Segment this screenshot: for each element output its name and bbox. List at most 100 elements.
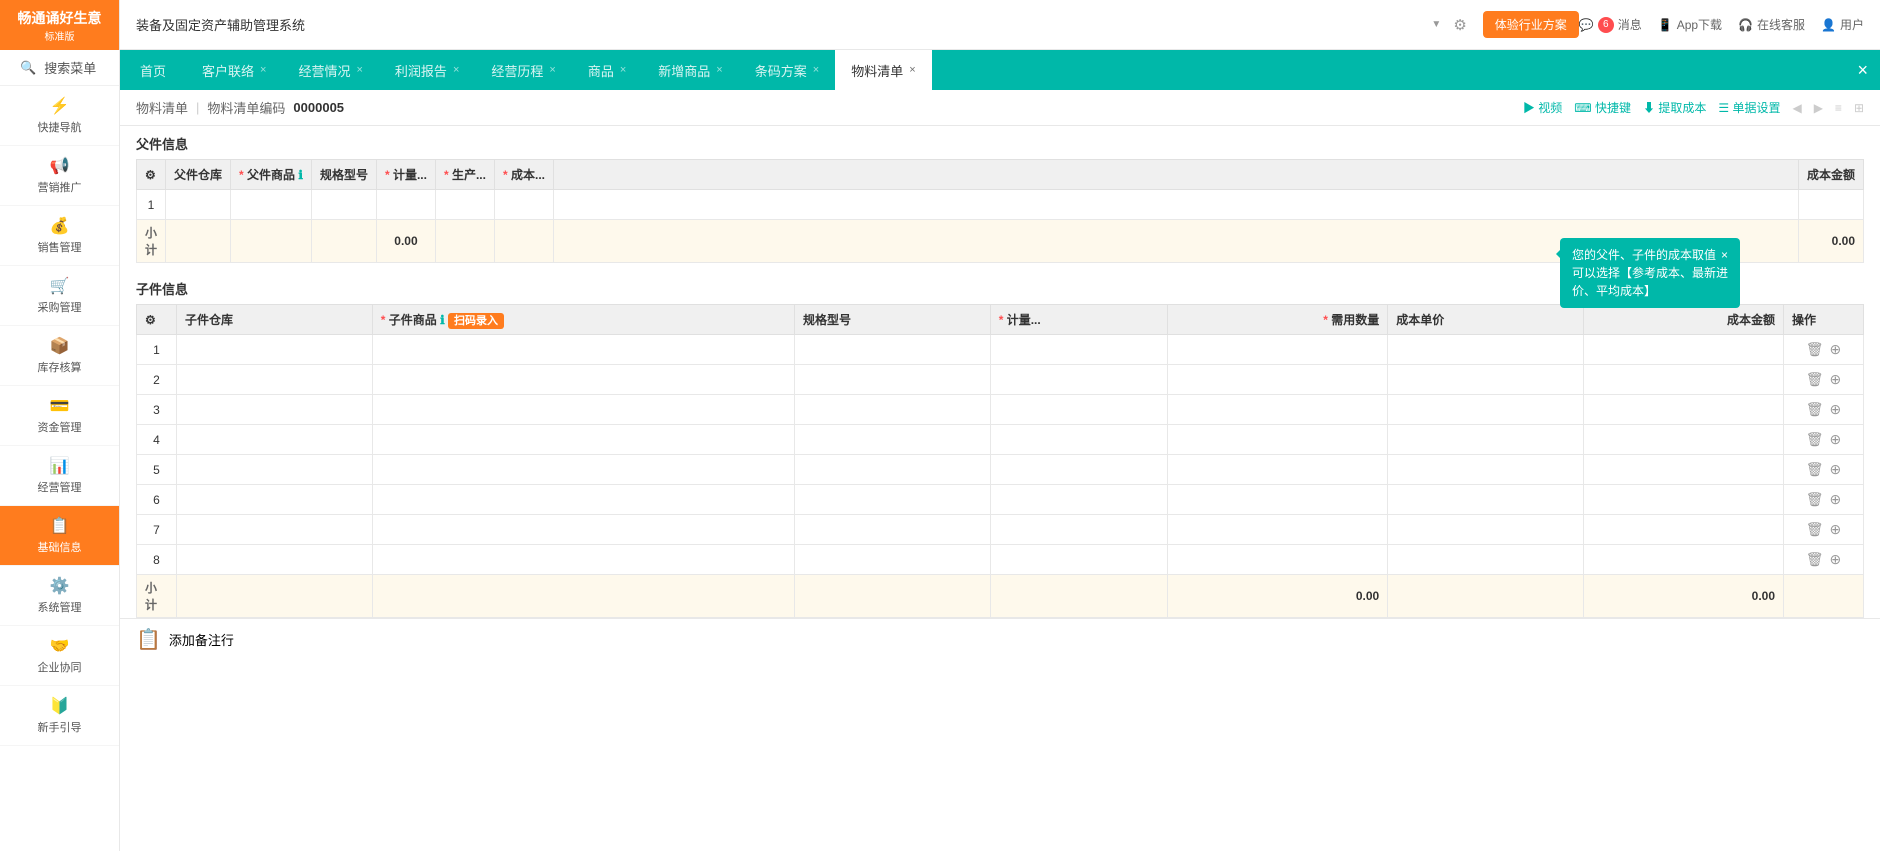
add-row-icon[interactable]: 📋 — [136, 627, 161, 652]
parent-row-1-goods[interactable] — [231, 190, 312, 220]
delete-icon-row8[interactable]: 🗑 — [1806, 551, 1824, 568]
prev-arrow[interactable]: ◀ — [1792, 101, 1801, 115]
child-row-8-goods[interactable] — [372, 545, 794, 575]
user-button[interactable]: 👤 用户 — [1821, 16, 1864, 33]
child-th-settings[interactable]: ⚙ — [137, 305, 177, 335]
child-row-5-spec[interactable] — [794, 455, 990, 485]
child-row-5-warehouse[interactable] — [177, 455, 373, 485]
delete-icon-row6[interactable]: 🗑 — [1806, 491, 1824, 508]
child-row-2-unit-cost[interactable] — [1388, 365, 1584, 395]
copy-icon-row2[interactable]: ⊕ — [1830, 371, 1842, 388]
child-row-2-spec[interactable] — [794, 365, 990, 395]
tab-bom-close[interactable]: × — [909, 64, 915, 76]
child-row-3-qty-unit[interactable] — [990, 395, 1168, 425]
message-button[interactable]: 💬 6 消息 — [1579, 16, 1642, 33]
child-row-8-warehouse[interactable] — [177, 545, 373, 575]
delete-icon-row2[interactable]: 🗑 — [1806, 371, 1824, 388]
shortcut-btn[interactable]: ⌨ 快捷键 — [1574, 99, 1631, 116]
sidebar-item-guide[interactable]: 🔰 新手引导 — [0, 686, 119, 746]
parent-row-1-warehouse[interactable] — [166, 190, 231, 220]
delete-icon-row5[interactable]: 🗑 — [1806, 461, 1824, 478]
delete-icon-row7[interactable]: 🗑 — [1806, 521, 1824, 538]
parent-row-1-cost[interactable] — [494, 190, 553, 220]
tab-operations-close[interactable]: × — [356, 64, 362, 76]
sidebar-item-finance[interactable]: 💳 资金管理 — [0, 386, 119, 446]
tab-operations[interactable]: 经营情况 × — [282, 50, 378, 90]
child-row-3-need-qty[interactable] — [1168, 395, 1388, 425]
child-row-6-need-qty[interactable] — [1168, 485, 1388, 515]
tab-barcode[interactable]: 条码方案 × — [739, 50, 835, 90]
tooltip-close-button[interactable]: × — [1721, 246, 1728, 264]
child-row-2-qty-unit[interactable] — [990, 365, 1168, 395]
child-row-7-need-qty[interactable] — [1168, 515, 1388, 545]
tab-history-close[interactable]: × — [549, 64, 555, 76]
parent-row-1-qty[interactable] — [376, 190, 435, 220]
child-row-4-goods[interactable] — [372, 425, 794, 455]
child-row-1-need-qty[interactable] — [1168, 335, 1388, 365]
child-row-1-goods[interactable] — [372, 335, 794, 365]
tab-goods[interactable]: 商品 × — [572, 50, 642, 90]
sidebar-item-quick-nav[interactable]: ⚡ 快捷导航 — [0, 86, 119, 146]
search-menu[interactable]: 🔍 搜索菜单 — [0, 50, 119, 86]
child-row-8-qty-unit[interactable] — [990, 545, 1168, 575]
child-row-6-warehouse[interactable] — [177, 485, 373, 515]
grid-view-icon[interactable]: ⊞ — [1854, 101, 1864, 115]
child-row-4-spec[interactable] — [794, 425, 990, 455]
copy-icon-row8[interactable]: ⊕ — [1830, 551, 1842, 568]
copy-icon-row3[interactable]: ⊕ — [1830, 401, 1842, 418]
delete-icon-row4[interactable]: 🗑 — [1806, 431, 1824, 448]
child-row-8-unit-cost[interactable] — [1388, 545, 1584, 575]
delete-icon-row3[interactable]: 🗑 — [1806, 401, 1824, 418]
list-view-icon[interactable]: ≡ — [1835, 101, 1842, 115]
sidebar-item-purchase[interactable]: 🛒 采购管理 — [0, 266, 119, 326]
child-row-1-warehouse[interactable] — [177, 335, 373, 365]
tab-bom[interactable]: 物料清单 × — [835, 50, 931, 90]
copy-icon-row1[interactable]: ⊕ — [1830, 341, 1842, 358]
tab-new-goods[interactable]: 新增商品 × — [642, 50, 738, 90]
sidebar-item-marketing[interactable]: 📢 营销推广 — [0, 146, 119, 206]
child-row-5-unit-cost[interactable] — [1388, 455, 1584, 485]
copy-icon-row7[interactable]: ⊕ — [1830, 521, 1842, 538]
sidebar-item-system[interactable]: ⚙️ 系统管理 — [0, 566, 119, 626]
child-row-7-qty-unit[interactable] — [990, 515, 1168, 545]
child-row-4-warehouse[interactable] — [177, 425, 373, 455]
extract-cost-btn[interactable]: ⬇ 提取成本 — [1643, 99, 1706, 116]
sidebar-item-operations[interactable]: 📊 经营管理 — [0, 446, 119, 506]
tab-profit-close[interactable]: × — [453, 64, 459, 76]
child-row-1-qty-unit[interactable] — [990, 335, 1168, 365]
copy-icon-row5[interactable]: ⊕ — [1830, 461, 1842, 478]
tab-history[interactable]: 经营历程 × — [475, 50, 571, 90]
add-row-label[interactable]: 添加备注行 — [169, 630, 234, 649]
child-row-1-spec[interactable] — [794, 335, 990, 365]
child-row-3-unit-cost[interactable] — [1388, 395, 1584, 425]
sidebar-item-basic-info[interactable]: 📋 基础信息 — [0, 506, 119, 566]
child-row-7-warehouse[interactable] — [177, 515, 373, 545]
delete-icon-row1[interactable]: 🗑 — [1806, 341, 1824, 358]
child-row-3-warehouse[interactable] — [177, 395, 373, 425]
tab-barcode-close[interactable]: × — [813, 64, 819, 76]
child-row-3-spec[interactable] — [794, 395, 990, 425]
single-setting-btn[interactable]: ☰ 单据设置 — [1718, 99, 1780, 116]
scan-input-button[interactable]: 扫码录入 — [448, 313, 504, 329]
child-row-5-qty-unit[interactable] — [990, 455, 1168, 485]
child-row-2-goods[interactable] — [372, 365, 794, 395]
tab-customers-close[interactable]: × — [260, 64, 266, 76]
parent-th-settings[interactable]: ⚙ — [137, 160, 166, 190]
tab-home[interactable]: 首页 — [120, 50, 186, 90]
child-row-6-spec[interactable] — [794, 485, 990, 515]
next-arrow[interactable]: ▶ — [1814, 101, 1823, 115]
copy-icon-row6[interactable]: ⊕ — [1830, 491, 1842, 508]
parent-row-1-production[interactable] — [435, 190, 494, 220]
child-row-6-unit-cost[interactable] — [1388, 485, 1584, 515]
sidebar-item-inventory[interactable]: 📦 库存核算 — [0, 326, 119, 386]
child-row-4-need-qty[interactable] — [1168, 425, 1388, 455]
child-row-1-unit-cost[interactable] — [1388, 335, 1584, 365]
parent-row-1-spec[interactable] — [311, 190, 376, 220]
child-row-8-need-qty[interactable] — [1168, 545, 1388, 575]
child-row-3-goods[interactable] — [372, 395, 794, 425]
child-row-2-warehouse[interactable] — [177, 365, 373, 395]
tab-new-goods-close[interactable]: × — [716, 64, 722, 76]
app-download-button[interactable]: 📱 App下载 — [1658, 16, 1722, 33]
tab-customers[interactable]: 客户联络 × — [186, 50, 282, 90]
child-row-8-spec[interactable] — [794, 545, 990, 575]
